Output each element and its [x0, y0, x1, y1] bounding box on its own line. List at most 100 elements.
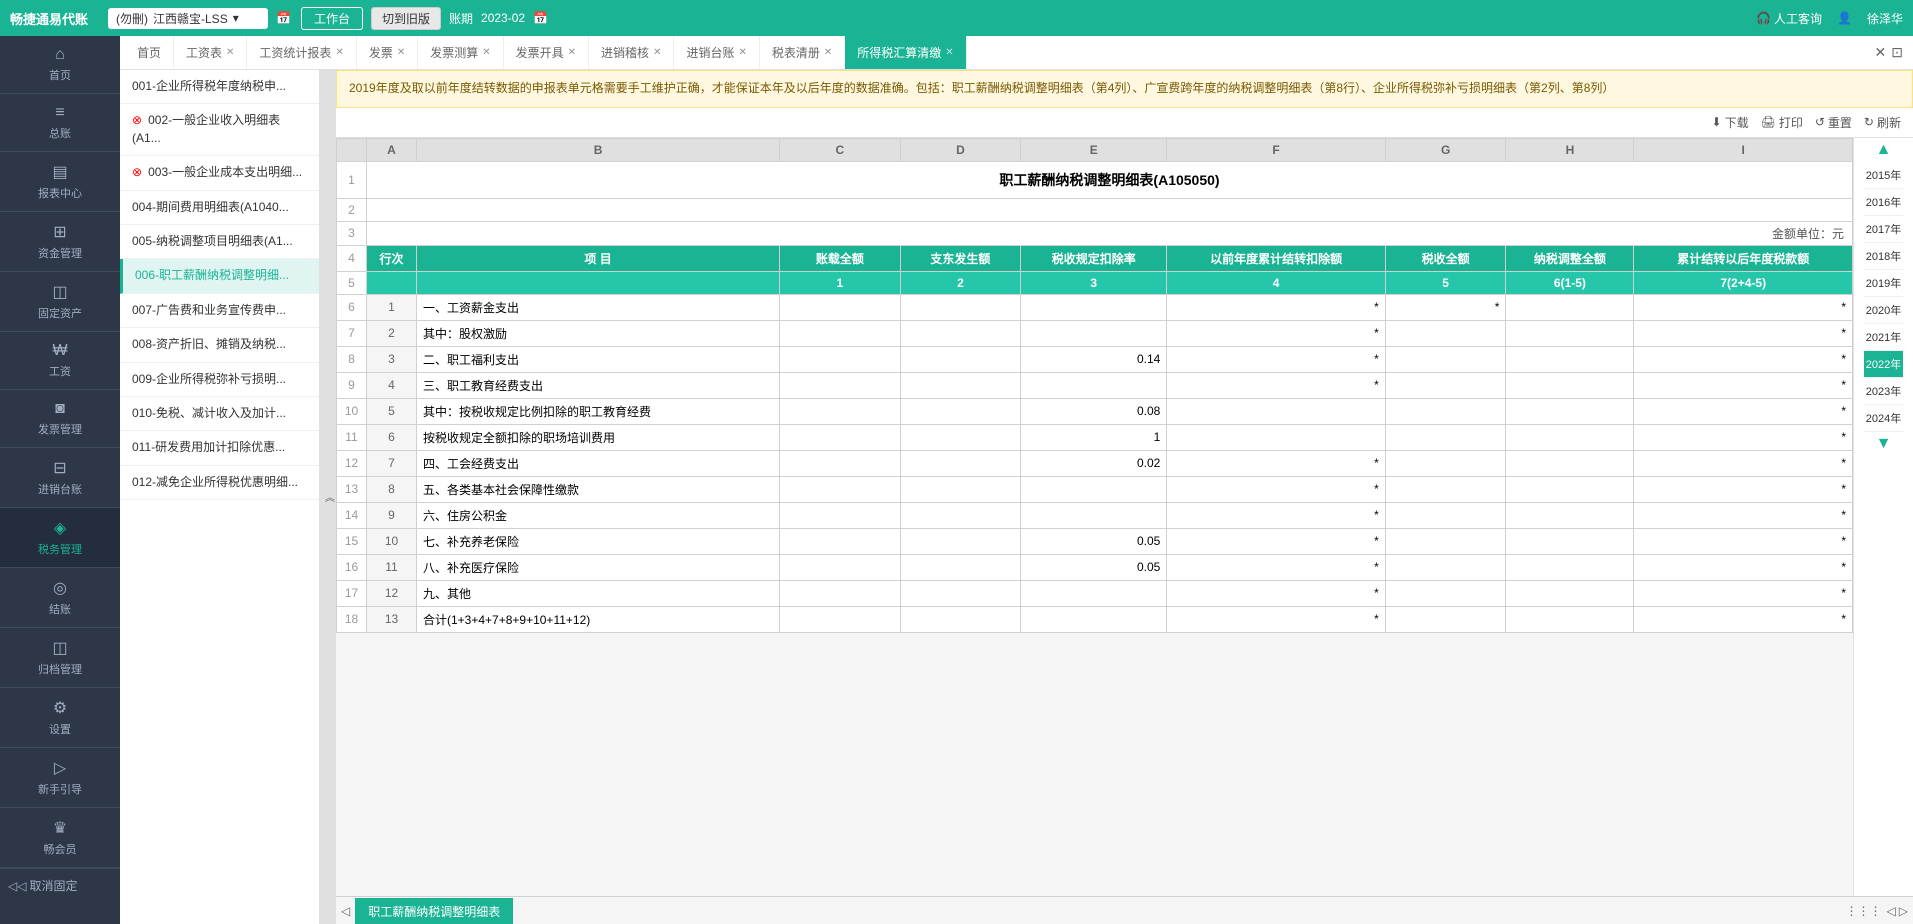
cell-col3-10[interactable]: 0.05	[1021, 554, 1167, 580]
tab-invoice[interactable]: 发票 ✕	[357, 36, 418, 69]
cell-row-num-2[interactable]: 3	[367, 346, 417, 372]
tab-invoice-close[interactable]: ✕	[397, 47, 405, 58]
cell-col5-5[interactable]	[1385, 424, 1506, 450]
cell-col2-6[interactable]	[900, 450, 1021, 476]
tab-payroll-close[interactable]: ✕	[226, 47, 234, 58]
cell-col1-8[interactable]	[780, 502, 901, 528]
cell-col6-4[interactable]	[1506, 398, 1634, 424]
cell-row-num-12[interactable]: 13	[367, 606, 417, 632]
help-button[interactable]: 🎧 人工客询	[1756, 10, 1822, 27]
sub-nav-008[interactable]: 008-资产折旧、摊销及纳税...	[120, 328, 319, 362]
cell-col2-3[interactable]	[900, 372, 1021, 398]
cell-col6-12[interactable]	[1506, 606, 1634, 632]
cancel-fixed-button[interactable]: ◁◁ 取消固定	[0, 868, 120, 902]
cell-col1-5[interactable]	[780, 424, 901, 450]
cell-col3-8[interactable]	[1021, 502, 1167, 528]
cell-col3-9[interactable]: 0.05	[1021, 528, 1167, 554]
cell-col2-12[interactable]	[900, 606, 1021, 632]
cell-item-7[interactable]: 五、各类基本社会保障性缴款	[417, 476, 780, 502]
cell-item-6[interactable]: 四、工会经费支出	[417, 450, 780, 476]
cell-col2-9[interactable]	[900, 528, 1021, 554]
cell-col2-7[interactable]	[900, 476, 1021, 502]
cell-col7-11[interactable]: *	[1634, 580, 1853, 606]
cell-col2-4[interactable]	[900, 398, 1021, 424]
cell-item-4[interactable]: 其中：按税收规定比例扣除的职工教育经费	[417, 398, 780, 424]
period-calendar-icon[interactable]: 📅	[533, 11, 548, 25]
cell-col7-0[interactable]: *	[1634, 294, 1853, 320]
cell-row-num-6[interactable]: 7	[367, 450, 417, 476]
cell-row-num-11[interactable]: 12	[367, 580, 417, 606]
cell-col7-3[interactable]: *	[1634, 372, 1853, 398]
cell-col3-0[interactable]	[1021, 294, 1167, 320]
cell-col5-3[interactable]	[1385, 372, 1506, 398]
sidebar-item-ledger[interactable]: ≡ 总账	[0, 94, 120, 152]
tab-invoice-open[interactable]: 发票开具 ✕	[504, 36, 589, 69]
cell-col6-8[interactable]	[1506, 502, 1634, 528]
bottom-tab-salary[interactable]: 职工薪酬纳税调整明细表	[355, 898, 513, 924]
cell-col5-7[interactable]	[1385, 476, 1506, 502]
cell-item-0[interactable]: 一、工资薪金支出	[417, 294, 780, 320]
cell-col2-2[interactable]	[900, 346, 1021, 372]
sidebar-item-payroll[interactable]: ₩ 工资	[0, 332, 120, 390]
cell-col2-10[interactable]	[900, 554, 1021, 580]
cell-col1-3[interactable]	[780, 372, 901, 398]
tab-invoice-calc[interactable]: 发票测算 ✕	[418, 36, 503, 69]
workspace-button[interactable]: 工作台	[301, 7, 363, 30]
year-panel-item[interactable]: 2021年	[1864, 324, 1903, 351]
cell-col5-1[interactable]	[1385, 320, 1506, 346]
cell-row-num-8[interactable]: 9	[367, 502, 417, 528]
cell-col5-11[interactable]	[1385, 580, 1506, 606]
cell-col3-4[interactable]: 0.08	[1021, 398, 1167, 424]
cell-item-8[interactable]: 六、住房公积金	[417, 502, 780, 528]
cell-col4-6[interactable]: *	[1167, 450, 1385, 476]
tab-purchase-verify-close[interactable]: ✕	[653, 47, 661, 58]
cell-row-num-0[interactable]: 1	[367, 294, 417, 320]
year-panel-item[interactable]: 2016年	[1864, 189, 1903, 216]
cell-col7-4[interactable]: *	[1634, 398, 1853, 424]
cell-col1-0[interactable]	[780, 294, 901, 320]
cell-row-num-3[interactable]: 4	[367, 372, 417, 398]
cell-col5-8[interactable]	[1385, 502, 1506, 528]
year-panel-item[interactable]: 2015年	[1864, 162, 1903, 189]
sidebar-item-new-guide[interactable]: ▷ 新手引导	[0, 748, 120, 808]
cell-col4-12[interactable]: *	[1167, 606, 1385, 632]
cell-col6-11[interactable]	[1506, 580, 1634, 606]
old-version-button[interactable]: 切到旧版	[371, 7, 441, 30]
user-avatar[interactable]: 👤	[1837, 11, 1852, 25]
cell-row-num-9[interactable]: 10	[367, 528, 417, 554]
cell-col6-3[interactable]	[1506, 372, 1634, 398]
tab-purchase-ledger-close[interactable]: ✕	[738, 47, 746, 58]
year-panel-item[interactable]: 2022年	[1864, 351, 1903, 378]
sidebar-item-invoice-mgmt[interactable]: ◙ 发票管理	[0, 390, 120, 448]
cell-col4-8[interactable]: *	[1167, 502, 1385, 528]
cell-col4-5[interactable]	[1167, 424, 1385, 450]
sidebar-item-purchase-mgmt[interactable]: ⊟ 进销台账	[0, 448, 120, 508]
cell-item-3[interactable]: 三、职工教育经费支出	[417, 372, 780, 398]
sidebar-item-home[interactable]: ⌂ 首页	[0, 36, 120, 94]
cell-col4-4[interactable]	[1167, 398, 1385, 424]
tab-payroll[interactable]: 工资表 ✕	[174, 36, 247, 69]
cell-col5-0[interactable]: *	[1385, 294, 1506, 320]
tab-payroll-stat[interactable]: 工资统计报表 ✕	[247, 36, 356, 69]
cell-col5-10[interactable]	[1385, 554, 1506, 580]
cell-col4-11[interactable]: *	[1167, 580, 1385, 606]
sidebar-item-settings[interactable]: ⚙ 设置	[0, 688, 120, 748]
sidebar-item-archive[interactable]: ◫ 归档管理	[0, 628, 120, 688]
cell-col3-11[interactable]	[1021, 580, 1167, 606]
year-panel-item[interactable]: 2019年	[1864, 270, 1903, 297]
cell-col5-9[interactable]	[1385, 528, 1506, 554]
cell-col1-6[interactable]	[780, 450, 901, 476]
company-selector[interactable]: (勿刪) 江西赣宝-LSS ▾	[108, 8, 268, 29]
cell-col4-10[interactable]: *	[1167, 554, 1385, 580]
cell-col1-1[interactable]	[780, 320, 901, 346]
reset-button[interactable]: ↺ 重置	[1815, 114, 1852, 131]
sub-nav-006[interactable]: 006-职工薪酬纳税调整明细...	[120, 259, 319, 293]
download-button[interactable]: ⬇ 下载	[1712, 114, 1749, 131]
bottom-scroll-left[interactable]: ◁	[341, 904, 350, 918]
cell-col6-10[interactable]	[1506, 554, 1634, 580]
cell-row-num-7[interactable]: 8	[367, 476, 417, 502]
refresh-button[interactable]: ↻ 刷新	[1864, 114, 1901, 131]
tab-purchase-ledger[interactable]: 进销台账 ✕	[674, 36, 759, 69]
cell-row-num-4[interactable]: 5	[367, 398, 417, 424]
sub-nav-005[interactable]: 005-纳税调整项目明细表(A1...	[120, 225, 319, 259]
